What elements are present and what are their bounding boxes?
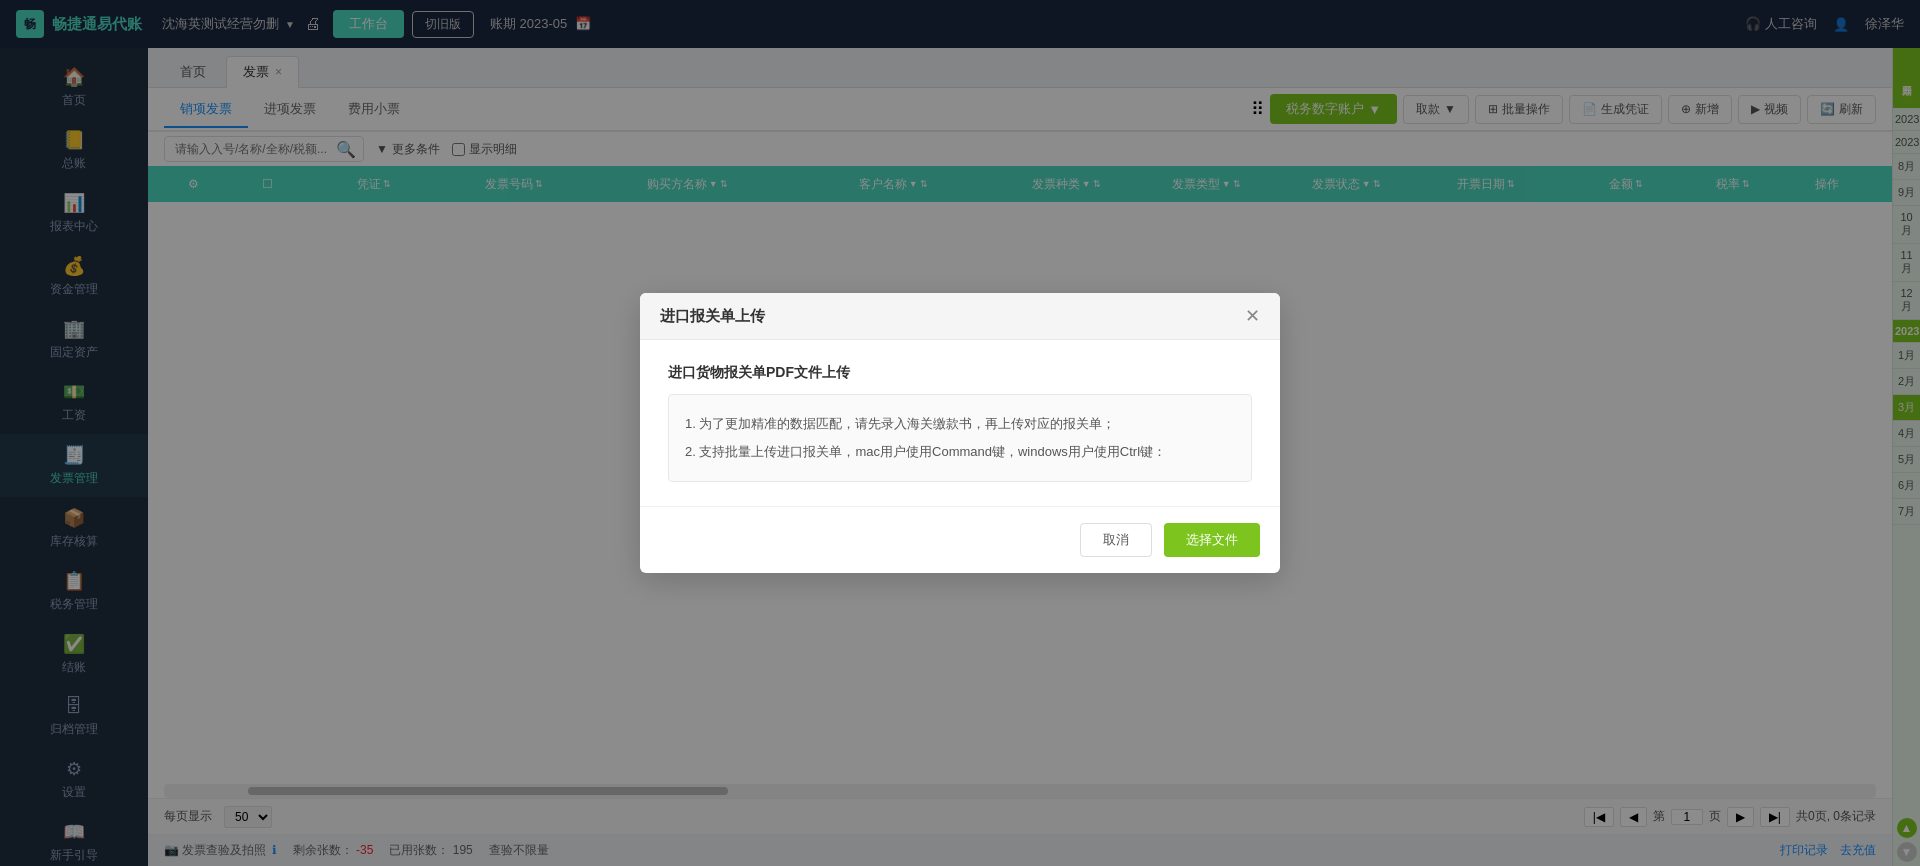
modal-info-item-1: 1. 为了更加精准的数据匹配，请先录入海关缴款书，再上传对应的报关单； <box>685 411 1235 437</box>
modal-title: 进口报关单上传 <box>660 307 765 326</box>
modal-info-box: 1. 为了更加精准的数据匹配，请先录入海关缴款书，再上传对应的报关单； 2. 支… <box>668 394 1252 482</box>
modal-header: 进口报关单上传 ✕ <box>640 293 1280 340</box>
modal-close-button[interactable]: ✕ <box>1245 305 1260 327</box>
modal-footer: 取消 选择文件 <box>640 506 1280 573</box>
modal-info-item-2: 2. 支持批量上传进口报关单，mac用户使用Command键，windows用户… <box>685 439 1235 465</box>
import-customs-modal: 进口报关单上传 ✕ 进口货物报关单PDF文件上传 1. 为了更加精准的数据匹配，… <box>640 293 1280 573</box>
modal-body: 进口货物报关单PDF文件上传 1. 为了更加精准的数据匹配，请先录入海关缴款书，… <box>640 340 1280 506</box>
modal-overlay: 进口报关单上传 ✕ 进口货物报关单PDF文件上传 1. 为了更加精准的数据匹配，… <box>0 0 1920 866</box>
modal-section-title: 进口货物报关单PDF文件上传 <box>668 364 1252 382</box>
select-file-button[interactable]: 选择文件 <box>1164 523 1260 557</box>
modal-cancel-button[interactable]: 取消 <box>1080 523 1152 557</box>
